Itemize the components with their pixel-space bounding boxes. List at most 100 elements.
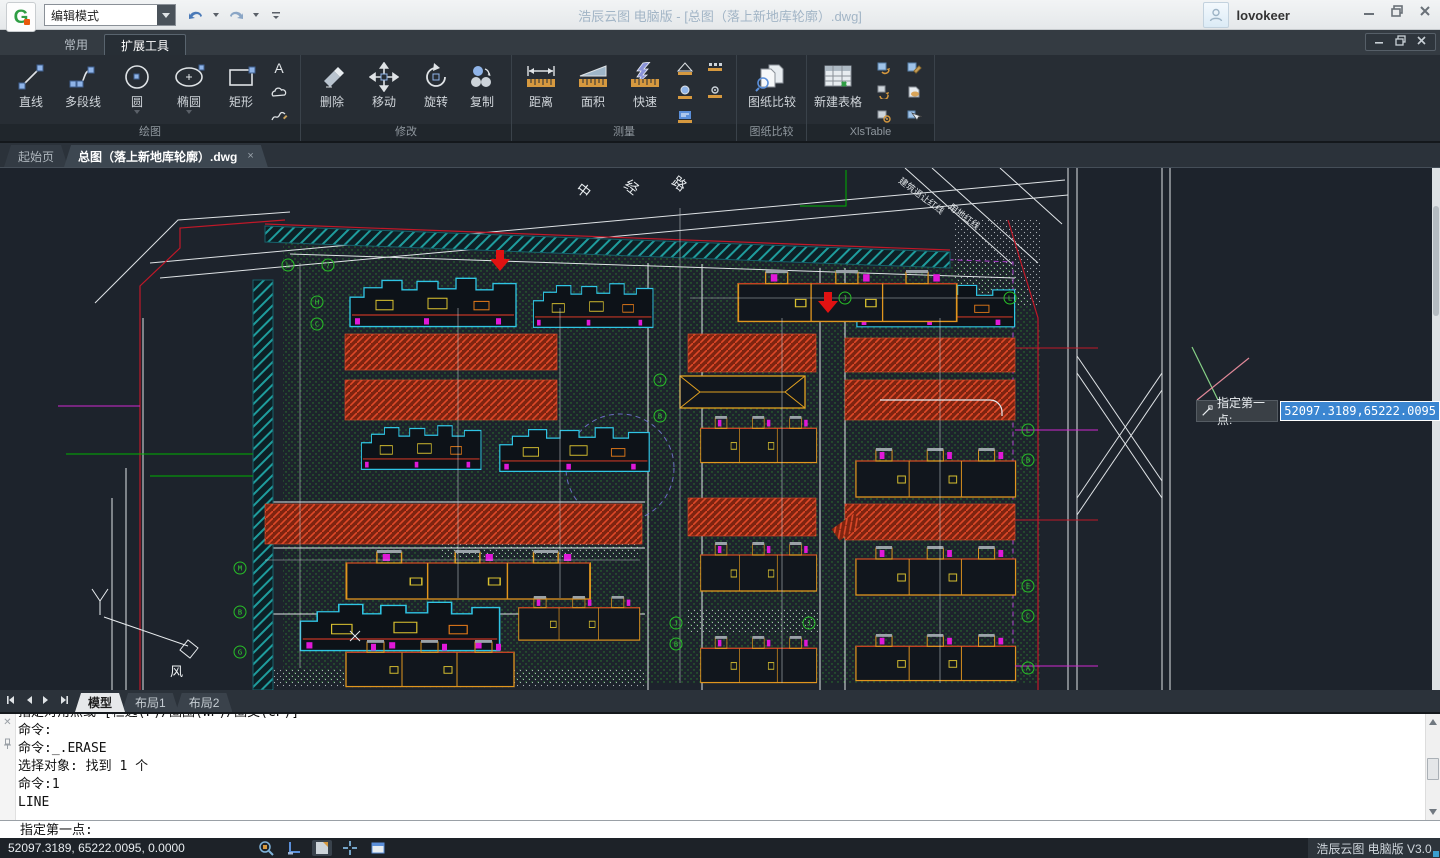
scroll-thumb[interactable] [1427, 758, 1439, 780]
line-button[interactable]: 直线 [6, 58, 56, 122]
xls-update-button[interactable] [873, 59, 895, 77]
parking-strip-left [253, 280, 273, 690]
command-prompt[interactable]: 指定第一点: [0, 820, 1440, 840]
circle-button[interactable]: 圆 [112, 58, 162, 122]
redo-button[interactable] [224, 3, 248, 27]
prev-layout-button[interactable] [25, 692, 33, 710]
xls-recognize-button[interactable] [903, 83, 925, 101]
revision-cloud-button[interactable] [268, 83, 290, 101]
tab-close-icon[interactable]: × [247, 150, 253, 162]
drawing-canvas[interactable]: 风 中经路 建筑退让红线 用地红线 L7HCMBGJBJBJJLLBECA 指定… [0, 168, 1440, 690]
measure-grid-button[interactable] [704, 59, 726, 77]
command-history[interactable]: 指定对角点或 [栏选(F)/圈围(WP)/圈交(CP)] 命令: 命令:_.ER… [18, 714, 1424, 818]
circle-dropdown-arrow[interactable] [134, 110, 140, 114]
xls-edit-button[interactable] [903, 59, 925, 77]
tab-extension-tools[interactable]: 扩展工具 [104, 34, 186, 55]
app-window: G 编辑模式 浩辰云图 电脑版 - [总图（落上新地库轮廓）.dwg] lovo… [0, 0, 1440, 858]
distance-icon [525, 58, 557, 96]
tab-drawing[interactable]: 总图（落上新地库轮廓）.dwg × [64, 145, 268, 167]
ribbon: 直线 多段线 圆 椭圆 矩形 [0, 55, 1440, 143]
ribbon-group-measure: 距离 面积 快速 测量 [512, 55, 737, 141]
mdi-restore-button[interactable] [1395, 33, 1406, 51]
measure-settings-button[interactable] [704, 83, 726, 101]
measure-list-button[interactable] [674, 107, 696, 125]
erase-icon [318, 58, 346, 96]
text-button[interactable]: A [268, 59, 290, 77]
quick-access-more-icon[interactable] [264, 3, 288, 27]
measure-angle-button[interactable] [674, 59, 696, 77]
next-layout-button[interactable] [42, 692, 50, 710]
command-panel-pin-icon[interactable] [3, 738, 12, 750]
measure-arc-button[interactable] [674, 83, 696, 101]
close-button[interactable] [1418, 4, 1432, 18]
line-icon [16, 58, 46, 96]
command-panel-close-icon[interactable]: ✕ [3, 718, 11, 728]
command-panel: ✕ 指定对角点或 [栏选(F)/圈围(WP)/圈交(CP)] 命令: 命令:_.… [0, 712, 1440, 838]
last-layout-button[interactable] [59, 692, 69, 710]
erase-button[interactable]: 删除 [307, 58, 357, 122]
new-table-icon [822, 58, 854, 96]
zoom-status-icon[interactable] [256, 840, 276, 856]
resize-grip[interactable] [1433, 851, 1439, 857]
tab-layout1[interactable]: 布局1 [122, 693, 179, 712]
ellipse-dropdown-arrow[interactable] [186, 110, 192, 114]
copy-button[interactable]: 复制 [457, 58, 507, 122]
user-avatar[interactable] [1203, 2, 1229, 28]
canvas-vertical-scrollbar[interactable] [1432, 168, 1440, 690]
group-label-modify: 修改 [301, 124, 511, 141]
tab-start-page[interactable]: 起始页 [4, 145, 68, 167]
xls-refresh-button[interactable] [873, 83, 895, 101]
svg-text:L: L [1026, 427, 1030, 435]
crosshair-status-icon[interactable] [340, 840, 360, 856]
ribbon-tab-bar: 常用 扩展工具 [0, 30, 1440, 55]
command-line: 选择对象: 找到 1 个 [18, 758, 1424, 776]
first-layout-button[interactable] [6, 692, 16, 710]
mode-dropdown[interactable]: 编辑模式 [44, 4, 176, 26]
command-line: 命令: [18, 722, 1424, 740]
undo-dropdown-arrow[interactable] [210, 3, 222, 27]
layout-status-icon[interactable] [368, 840, 388, 856]
road-name-label: 中经路 [572, 171, 717, 225]
rectangle-button[interactable]: 矩形 [216, 58, 266, 122]
mode-dropdown-arrow[interactable] [157, 5, 175, 25]
copy-icon [468, 58, 496, 96]
site-plan-drawing: 风 中经路 建筑退让红线 用地红线 L7HCMBGJBJBJJLLBECA [0, 168, 1440, 690]
sketch-button[interactable] [268, 107, 290, 125]
minimize-button[interactable] [1362, 4, 1376, 18]
svg-text:L: L [286, 262, 290, 270]
xls-select-button[interactable] [903, 107, 925, 125]
app-logo-icon[interactable]: G [6, 2, 36, 32]
distance-button[interactable]: 距离 [516, 58, 566, 122]
svg-text:J: J [843, 295, 847, 303]
ortho-status-icon[interactable] [284, 840, 304, 856]
group-label-draw: 绘图 [0, 124, 300, 141]
command-scrollbar[interactable] [1425, 714, 1440, 820]
ellipse-button[interactable]: 椭圆 [164, 58, 214, 122]
rotate-button[interactable]: 旋转 [411, 58, 461, 122]
tab-layout2[interactable]: 布局2 [176, 693, 233, 712]
ribbon-group-draw: 直线 多段线 圆 椭圆 矩形 [0, 55, 301, 141]
command-line-clipped: 指定对角点或 [栏选(F)/圈围(WP)/圈交(CP)] [18, 714, 1424, 722]
move-button[interactable]: 移动 [359, 58, 409, 122]
area-button[interactable]: 面积 [568, 58, 618, 122]
dynamic-input-field[interactable]: 52097.3189,65222.0095 [1280, 401, 1440, 421]
scroll-down-arrow[interactable] [1429, 809, 1437, 815]
scroll-up-arrow[interactable] [1429, 719, 1437, 725]
grid-status-icon[interactable] [312, 840, 332, 856]
mdi-close-button[interactable] [1416, 33, 1427, 51]
tab-common[interactable]: 常用 [48, 34, 104, 55]
new-table-button[interactable]: 新建表格 [809, 58, 867, 122]
ribbon-group-xlstable: 新建表格 XlsTable [807, 55, 935, 141]
svg-text:E: E [1026, 583, 1030, 591]
tab-model[interactable]: 模型 [75, 693, 125, 712]
undo-button[interactable] [184, 3, 208, 27]
area-icon [577, 58, 609, 96]
xls-export-button[interactable] [873, 107, 895, 125]
redo-dropdown-arrow[interactable] [250, 3, 262, 27]
restore-button[interactable] [1390, 4, 1404, 18]
cursor-coordinates: 52097.3189, 65222.0095, 0.0000 [0, 841, 250, 855]
mdi-minimize-button[interactable] [1374, 33, 1385, 51]
drawing-compare-button[interactable]: 图纸比较 [742, 58, 802, 122]
quick-measure-button[interactable]: 快速 [620, 58, 670, 122]
polyline-button[interactable]: 多段线 [58, 58, 108, 122]
